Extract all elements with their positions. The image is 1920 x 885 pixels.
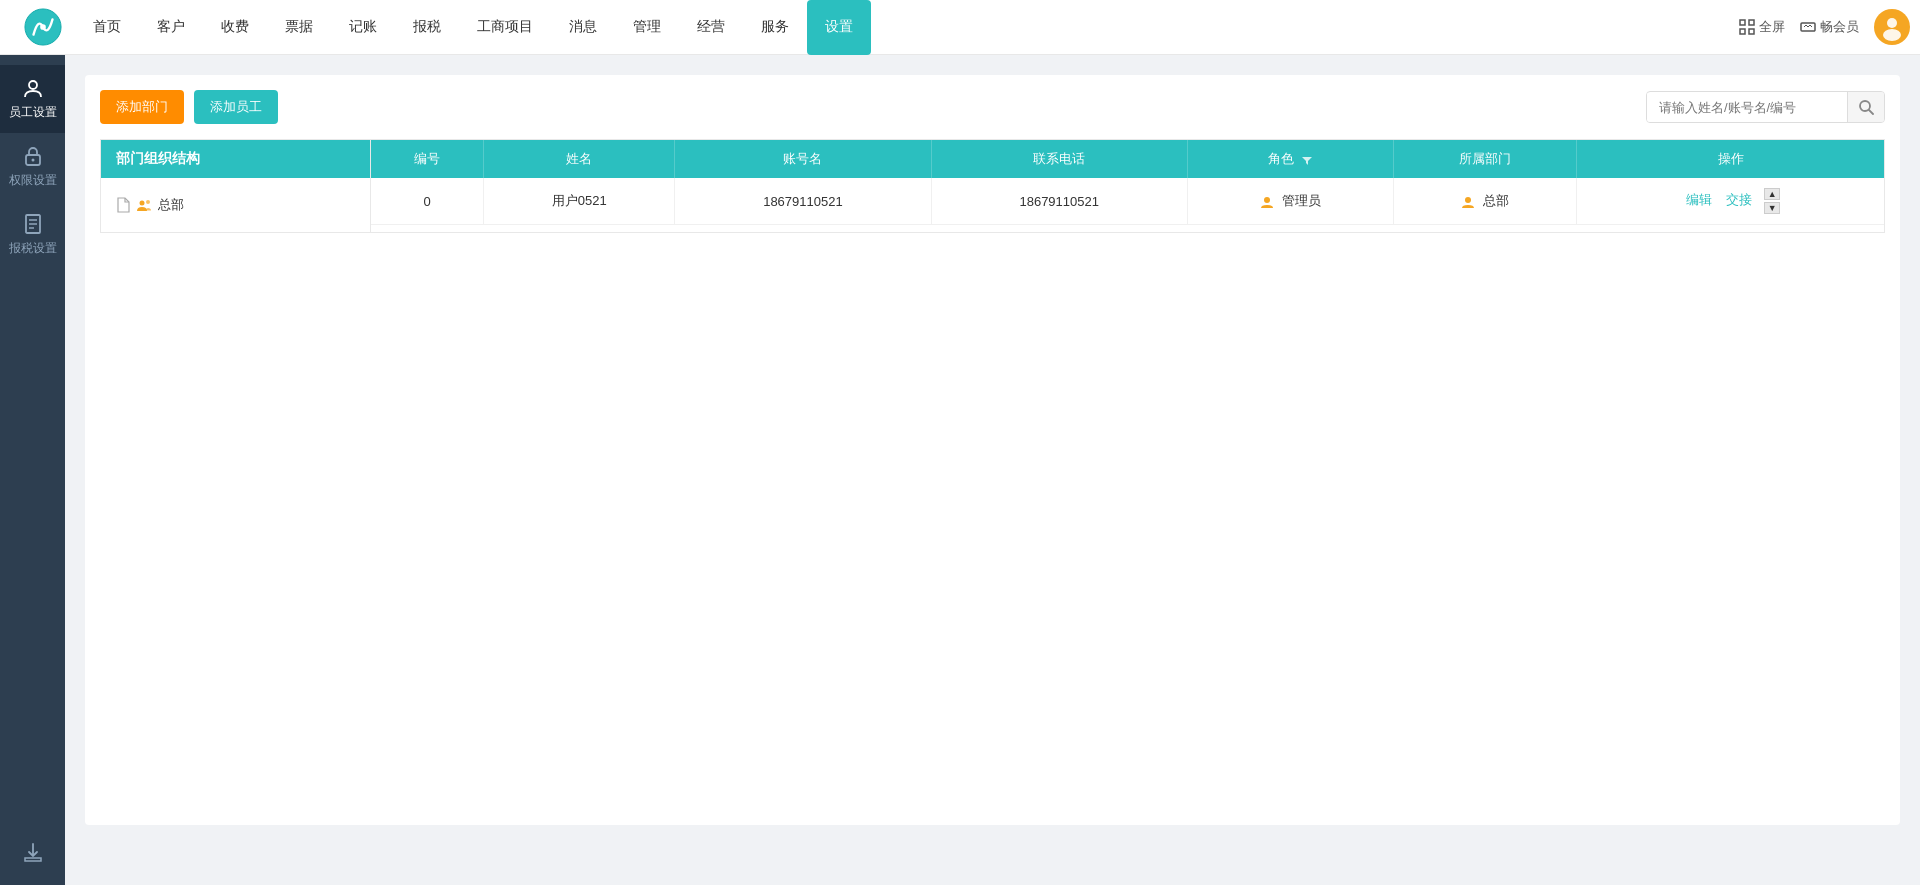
nav-business[interactable]: 工商项目: [459, 0, 551, 55]
dept-tree-header: 部门组织结构: [101, 140, 370, 178]
nav-fee[interactable]: 收费: [203, 0, 267, 55]
col-name: 姓名: [484, 140, 675, 178]
fullscreen-label: 全屏: [1759, 18, 1785, 36]
doc-icon: [116, 197, 130, 213]
scroll-down[interactable]: ▼: [1764, 202, 1780, 214]
svg-point-9: [29, 81, 37, 89]
sidebar-employee-label: 员工设置: [9, 104, 57, 121]
search-box: [1646, 91, 1885, 123]
search-input[interactable]: [1647, 93, 1847, 122]
employee-table: 编号 姓名 账号名 联系电话 角色 所属部门 操作: [370, 139, 1885, 233]
svg-point-8: [1883, 29, 1901, 41]
sidebar-permission-label: 权限设置: [9, 172, 57, 189]
download-icon: [22, 841, 44, 863]
search-button[interactable]: [1847, 92, 1884, 122]
table: 编号 姓名 账号名 联系电话 角色 所属部门 操作: [371, 140, 1884, 225]
cell-actions: 编辑 交接 ▲ ▼: [1577, 178, 1884, 225]
dept-tree: 部门组织结构 总部: [100, 139, 370, 233]
cell-account: 18679110521: [675, 178, 931, 225]
role-person-icon: [1260, 195, 1274, 209]
col-dept: 所属部门: [1393, 140, 1576, 178]
lock-icon: [22, 145, 44, 167]
svg-point-20: [1264, 197, 1270, 203]
col-id: 编号: [371, 140, 484, 178]
sidebar-item-permission[interactable]: 权限设置: [0, 133, 65, 201]
nav-right-area: 全屏 畅会员: [1739, 9, 1910, 45]
dept-name-headquarters: 总部: [158, 196, 184, 214]
sidebar-item-download[interactable]: [0, 829, 65, 875]
vip-label: 畅会员: [1820, 18, 1859, 36]
svg-point-18: [140, 201, 145, 206]
dept-user-icon: [1461, 193, 1479, 208]
fullscreen-icon: [1739, 19, 1755, 35]
table-body: 0 用户0521 18679110521 18679110521: [371, 178, 1884, 225]
svg-rect-5: [1749, 29, 1754, 34]
role-user-icon: [1260, 193, 1278, 208]
top-navigation: 首页 客户 收费 票据 记账 报税 工商项目 消息 管理 经营 服务 设置 全屏: [0, 0, 1920, 55]
col-account: 账号名: [675, 140, 931, 178]
search-icon: [1858, 99, 1874, 115]
vip-button[interactable]: 畅会员: [1800, 18, 1859, 36]
scroll-control: ▲ ▼: [1764, 188, 1780, 214]
nav-settings[interactable]: 设置: [807, 0, 871, 55]
nav-message[interactable]: 消息: [551, 0, 615, 55]
dept-tree-item-headquarters[interactable]: 总部: [111, 188, 360, 222]
sidebar-item-tax[interactable]: 报税设置: [0, 201, 65, 269]
sidebar-tax-label: 报税设置: [9, 240, 57, 257]
table-row: 0 用户0521 18679110521 18679110521: [371, 178, 1884, 225]
left-sidebar: 员工设置 权限设置 报税设置: [0, 55, 65, 885]
table-header: 编号 姓名 账号名 联系电话 角色 所属部门 操作: [371, 140, 1884, 178]
svg-rect-3: [1749, 20, 1754, 25]
cell-id: 0: [371, 178, 484, 225]
nav-accounting[interactable]: 记账: [331, 0, 395, 55]
nav-tax[interactable]: 报税: [395, 0, 459, 55]
nav-customer[interactable]: 客户: [139, 0, 203, 55]
col-role: 角色: [1187, 140, 1393, 178]
main-content: 添加部门 添加员工 部门组织结构: [65, 55, 1920, 885]
report-icon: [22, 213, 44, 235]
nav-manage[interactable]: 管理: [615, 0, 679, 55]
col-action: 操作: [1577, 140, 1884, 178]
svg-point-11: [31, 159, 34, 162]
dept-person-icon: [1461, 195, 1475, 209]
dept-text: 总部: [1483, 193, 1509, 208]
nav-bill[interactable]: 票据: [267, 0, 331, 55]
fullscreen-button[interactable]: 全屏: [1739, 18, 1785, 36]
toolbar: 添加部门 添加员工: [100, 90, 1885, 124]
transfer-button[interactable]: 交接: [1726, 192, 1752, 207]
person-icon: [22, 77, 44, 99]
nav-home[interactable]: 首页: [75, 0, 139, 55]
svg-point-19: [146, 200, 150, 204]
scroll-up[interactable]: ▲: [1764, 188, 1780, 200]
user-avatar[interactable]: [1874, 9, 1910, 45]
svg-point-21: [1465, 197, 1471, 203]
main-nav: 首页 客户 收费 票据 记账 报税 工商项目 消息 管理 经营 服务 设置: [75, 0, 1739, 55]
nav-service[interactable]: 服务: [743, 0, 807, 55]
nav-operation[interactable]: 经营: [679, 0, 743, 55]
svg-line-17: [1869, 110, 1873, 114]
dept-tree-body: 总部: [101, 178, 370, 232]
app-logo: [10, 8, 75, 46]
cell-phone: 18679110521: [931, 178, 1187, 225]
employee-layout: 部门组织结构 总部: [100, 139, 1885, 233]
svg-point-7: [1887, 18, 1897, 28]
edit-button[interactable]: 编辑: [1686, 192, 1712, 207]
svg-rect-2: [1740, 20, 1745, 25]
svg-rect-4: [1740, 29, 1745, 34]
add-dept-button[interactable]: 添加部门: [100, 90, 184, 124]
user-group-icon: [136, 197, 152, 213]
cell-dept: 总部: [1393, 178, 1576, 225]
avatar-icon: [1878, 13, 1906, 41]
role-text: 管理员: [1282, 193, 1321, 208]
cell-role: 管理员: [1187, 178, 1393, 225]
cell-name: 用户0521: [484, 178, 675, 225]
svg-point-1: [40, 24, 46, 30]
sidebar-item-employee[interactable]: 员工设置: [0, 65, 65, 133]
content-card: 添加部门 添加员工 部门组织结构: [85, 75, 1900, 825]
filter-icon: [1301, 154, 1313, 166]
col-phone: 联系电话: [931, 140, 1187, 178]
vip-icon: [1800, 19, 1816, 35]
add-employee-button[interactable]: 添加员工: [194, 90, 278, 124]
